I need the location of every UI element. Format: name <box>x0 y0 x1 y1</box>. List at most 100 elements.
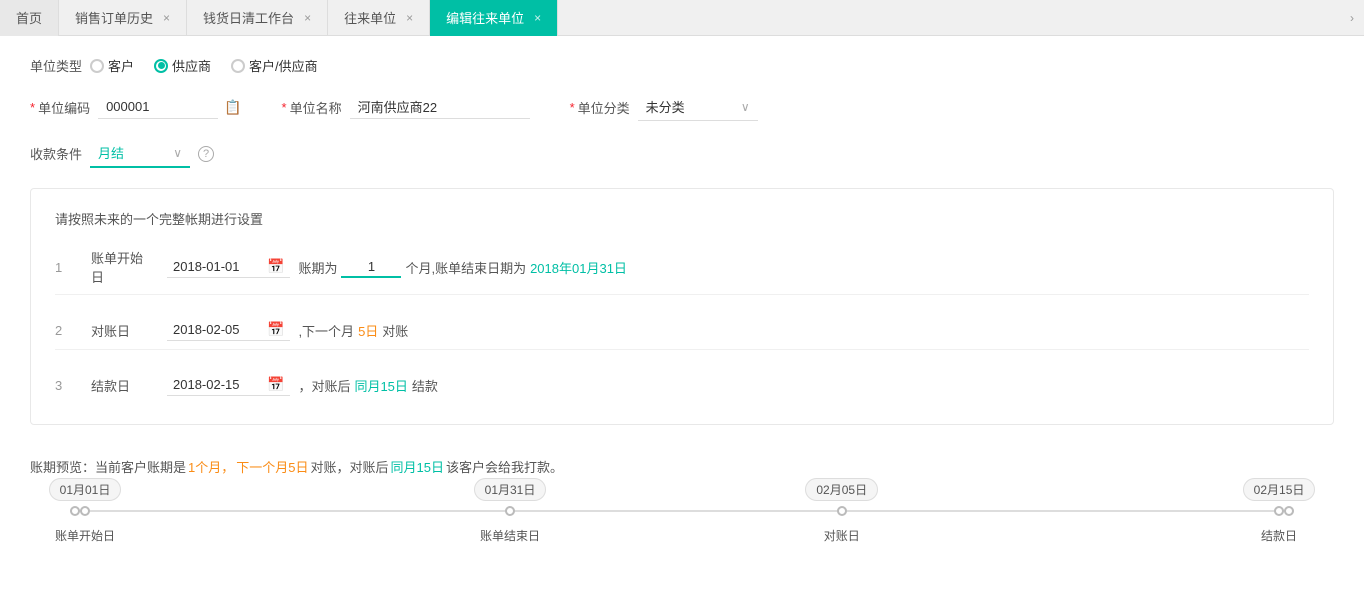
desc-prefix-2: ,下一个月 <box>298 321 354 340</box>
date-input-3[interactable] <box>173 377 263 392</box>
timeline-wrapper: 01月01日 账单开始日 01月31日 账单结束日 <box>30 506 1334 516</box>
unit-name-field-group: * 单位名称 <box>282 95 530 119</box>
unit-info-row: * 单位编码 📋 * 单位名称 * 单位分类 未分类 ∨ <box>30 93 1334 121</box>
point-3-circle <box>837 506 847 516</box>
unit-type-label: 单位类型 <box>30 56 82 75</box>
tab-scroll-arrow[interactable]: › <box>1340 11 1364 25</box>
end-dot-circle <box>1284 506 1294 516</box>
preview-period: 1个月， <box>188 457 234 476</box>
desc-suffix-2: 对账 <box>382 321 408 340</box>
preview-payment: 同月15日 <box>391 457 444 476</box>
setting-row-1: 1 账单开始日 📅 账期为 个月,账单结束日期为 2018年01月31日 <box>55 248 1309 295</box>
date-input-2[interactable] <box>173 322 263 337</box>
unit-category-arrow: ∨ <box>741 100 750 114</box>
unit-type-row: 单位类型 客户 供应商 客户/供应商 <box>30 56 1334 75</box>
desc-suffix-3: 结款 <box>412 376 438 395</box>
timeline-point-3: 02月05日 对账日 <box>837 506 847 516</box>
row-type-3: 结款日 <box>91 376 151 395</box>
radio-customer[interactable]: 客户 <box>90 56 134 75</box>
date-input-1[interactable] <box>173 259 263 274</box>
radio-supplier-circle <box>154 59 168 73</box>
tab-edit-contacts-close[interactable]: × <box>534 11 541 25</box>
radio-supplier-label: 供应商 <box>172 56 211 75</box>
unit-name-label: 单位名称 <box>290 98 342 117</box>
row-type-1: 账单开始日 <box>91 248 151 286</box>
desc-prefix-1: 账期为 <box>298 258 337 277</box>
point-1-circle <box>80 506 90 516</box>
radio-supplier[interactable]: 供应商 <box>154 56 211 75</box>
desc-prefix-3: ，对账后 <box>298 376 350 395</box>
preview-section: 账期预览：当前客户账期是 1个月， 下一个月5日 对账，对账后 同月15日 该客… <box>30 441 1334 516</box>
row-type-2: 对账日 <box>91 321 151 340</box>
tab-cash-desk[interactable]: 钱货日清工作台 × <box>187 0 328 36</box>
unit-category-value: 未分类 <box>646 97 741 116</box>
row-num-2: 2 <box>55 323 75 338</box>
row-desc-3: ，对账后 同月15日 结款 <box>298 376 438 395</box>
timeline-track: 01月01日 账单开始日 01月31日 账单结束日 <box>70 506 1294 516</box>
calendar-icon-3[interactable]: 📅 <box>267 376 284 393</box>
unit-code-field-group: * 单位编码 📋 <box>30 95 242 119</box>
tab-cash-desk-close[interactable]: × <box>304 11 311 25</box>
unit-category-label: 单位分类 <box>578 98 630 117</box>
point-4-date: 02月15日 <box>1243 478 1316 501</box>
timeline-point-1: 01月01日 账单开始日 <box>80 506 90 516</box>
radio-customer-label: 客户 <box>108 56 134 75</box>
point-2-date: 01月31日 <box>474 478 547 501</box>
date-input-wrap-3: 📅 <box>167 374 290 396</box>
tab-sales-order[interactable]: 销售订单历史 × <box>59 0 187 36</box>
radio-customer-supplier-circle <box>231 59 245 73</box>
calendar-icon-1[interactable]: 📅 <box>267 258 284 275</box>
unit-category-field-group: * 单位分类 未分类 ∨ <box>570 93 758 121</box>
calendar-icon-2[interactable]: 📅 <box>267 321 284 338</box>
point-1-date: 01月01日 <box>49 478 122 501</box>
unit-code-required: * <box>30 100 35 115</box>
tab-sales-order-label: 销售订单历史 <box>75 8 153 27</box>
row-num-1: 1 <box>55 260 75 275</box>
row-num-3: 3 <box>55 378 75 393</box>
payment-condition-select[interactable]: 月结 ∨ <box>90 139 190 168</box>
tab-home-label: 首页 <box>16 8 42 27</box>
unit-code-icon[interactable]: 📋 <box>224 99 241 116</box>
main-content: 单位类型 客户 供应商 客户/供应商 * 单位编码 📋 * 单位名称 <box>0 36 1364 608</box>
tab-edit-contacts[interactable]: 编辑往来单位 × <box>430 0 558 36</box>
desc-suffix-1: 个月,账单结束日期为 <box>405 258 526 277</box>
point-3-date: 02月05日 <box>805 478 878 501</box>
date-input-wrap-1: 📅 <box>167 256 290 278</box>
radio-customer-supplier[interactable]: 客户/供应商 <box>231 56 318 75</box>
unit-category-required: * <box>570 100 575 115</box>
preview-prefix: 账期预览：当前客户账期是 <box>30 457 186 476</box>
tab-cash-desk-label: 钱货日清工作台 <box>203 8 294 27</box>
reconcile-day-highlight: 5日 <box>358 321 378 340</box>
point-1-label: 账单开始日 <box>55 527 115 544</box>
point-4-circle <box>1274 506 1284 516</box>
radio-group-unit-type: 客户 供应商 客户/供应商 <box>90 56 318 75</box>
point-2-label: 账单结束日 <box>480 527 540 544</box>
tab-contacts-label: 往来单位 <box>344 8 396 27</box>
tab-sales-order-close[interactable]: × <box>163 11 170 25</box>
unit-name-input[interactable] <box>350 95 530 119</box>
end-date-highlight: 2018年01月31日 <box>530 258 627 277</box>
tab-contacts[interactable]: 往来单位 × <box>328 0 430 36</box>
period-input[interactable] <box>341 257 401 278</box>
preview-reconcile: 下一个月5日 <box>236 457 308 476</box>
tab-contacts-close[interactable]: × <box>406 11 413 25</box>
payment-condition-row: 收款条件 月结 ∨ ? <box>30 139 1334 168</box>
settings-panel: 请按照未来的一个完整帐期进行设置 1 账单开始日 📅 账期为 个月,账单结束日期… <box>30 188 1334 425</box>
timeline-point-2: 01月31日 账单结束日 <box>505 506 515 516</box>
radio-customer-circle <box>90 59 104 73</box>
timeline-start-dot <box>70 506 80 516</box>
unit-code-input[interactable] <box>98 95 218 119</box>
point-3-label: 对账日 <box>824 527 860 544</box>
unit-category-select[interactable]: 未分类 ∨ <box>638 93 758 121</box>
tab-edit-contacts-label: 编辑往来单位 <box>446 8 524 27</box>
preview-suffix: 该客户会给我打款。 <box>446 457 563 476</box>
radio-customer-supplier-label: 客户/供应商 <box>249 56 318 75</box>
panel-title: 请按照未来的一个完整帐期进行设置 <box>55 209 1309 228</box>
start-dot-circle <box>70 506 80 516</box>
point-2-circle <box>505 506 515 516</box>
tab-home[interactable]: 首页 <box>0 0 59 36</box>
payment-condition-label: 收款条件 <box>30 144 82 163</box>
payment-help-icon[interactable]: ? <box>198 146 214 162</box>
preview-middle: 对账，对账后 <box>310 457 388 476</box>
payment-condition-value: 月结 <box>98 143 173 162</box>
